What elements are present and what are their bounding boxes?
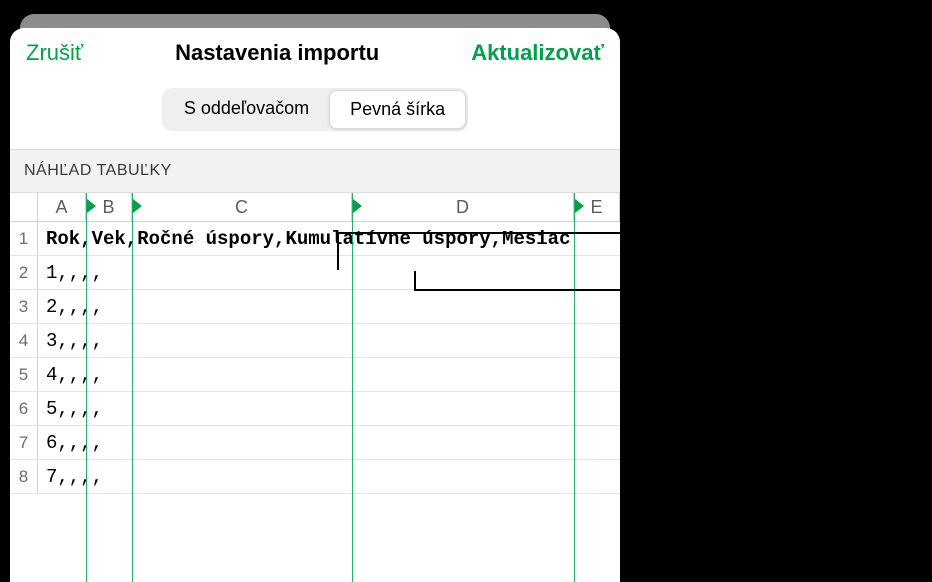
table-row: 76,,,, [10,426,620,460]
import-settings-sheet: Zrušiť Nastavenia importu Aktualizovať S… [10,28,620,582]
row-content: 7,,,, [38,460,103,493]
row-content: 2,,,, [38,290,103,323]
table-row: 54,,,, [10,358,620,392]
mode-delimited[interactable]: S oddeľovačom [164,90,329,129]
column-guide[interactable] [352,193,353,582]
mode-fixed-width[interactable]: Pevná šírka [329,90,466,129]
row-number: 2 [10,256,38,289]
preview-section-header: NÁHĽAD TABUĽKY [10,149,620,193]
column-header-a: A [38,193,86,221]
row-number: 8 [10,460,38,493]
column-guide[interactable] [574,193,575,582]
row-number: 5 [10,358,38,391]
row-number: 3 [10,290,38,323]
row-content: 1,,,, [38,256,103,289]
row-number: 1 [10,222,38,255]
column-guide[interactable] [86,193,87,582]
row-content: 5,,,, [38,392,103,425]
callout-tap-add: Klepnutím pridajte nový stĺpec. [651,275,932,337]
table-preview[interactable]: ABCDE 1Rok,Vek,Ročné úspory,Kumulatívne … [10,193,620,582]
row-content: 4,,,, [38,358,103,391]
table-row: 1Rok,Vek,Ročné úspory,Kumulatívne úspory… [10,222,620,256]
segmented-control-wrap: S oddeľovačom Pevná šírka [10,74,620,149]
column-drag-handle-icon[interactable] [133,199,142,213]
sheet-title: Nastavenia importu [175,40,379,66]
row-number: 4 [10,324,38,357]
table-row: 87,,,, [10,460,620,494]
row-number: 6 [10,392,38,425]
mode-segmented-control: S oddeľovačom Pevná šírka [162,88,468,131]
sheet-header: Zrušiť Nastavenia importu Aktualizovať [10,28,620,74]
header-corner [10,193,38,221]
column-header-c: C [132,193,352,221]
callout-text: Potiahnutím upravte šírku stĺpca. [651,186,932,248]
column-header-row: ABCDE [10,193,620,222]
update-button[interactable]: Aktualizovať [471,40,604,66]
callout-drag-width: Potiahnutím upravte šírku stĺpca. [651,186,932,248]
column-header-d: D [352,193,574,221]
row-content: 3,,,, [38,324,103,357]
table-row: 32,,,, [10,290,620,324]
table-row: 43,,,, [10,324,620,358]
column-guide[interactable] [132,193,133,582]
row-content: Rok,Vek,Ročné úspory,Kumulatívne úspory,… [38,222,571,255]
column-drag-handle-icon[interactable] [353,199,362,213]
cancel-button[interactable]: Zrušiť [26,40,83,66]
row-content: 6,,,, [38,426,103,459]
callout-text: Klepnutím pridajte nový stĺpec. [651,275,932,337]
table-row: 21,,,, [10,256,620,290]
row-number: 7 [10,426,38,459]
column-drag-handle-icon[interactable] [575,199,584,213]
table-row: 65,,,, [10,392,620,426]
column-drag-handle-icon[interactable] [87,199,96,213]
